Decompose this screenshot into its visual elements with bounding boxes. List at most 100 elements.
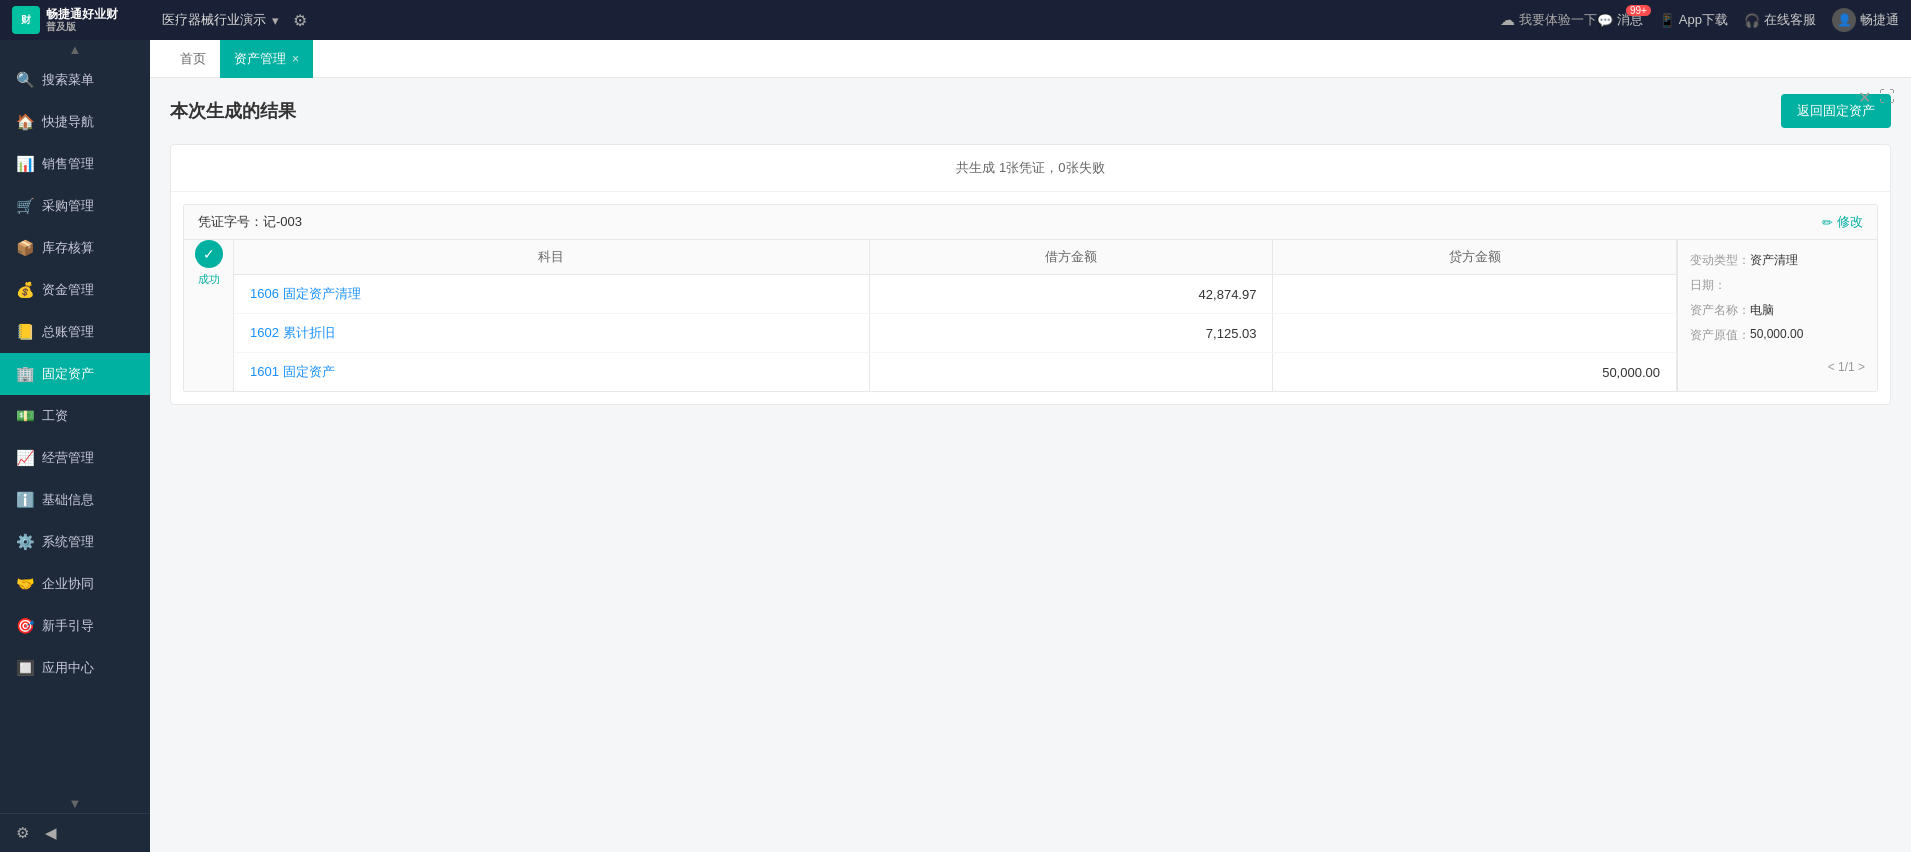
col-credit: 贷方金额 [1273,240,1677,275]
inventory-icon: 📦 [16,239,34,257]
logo-title: 畅捷通好业财 [46,7,118,21]
app-center-icon: 🔲 [16,659,34,677]
sidebar-item-enterprise[interactable]: 🤝 企业协同 [0,563,150,605]
tab-close-asset-management[interactable]: × [292,52,299,66]
sidebar-item-app-center[interactable]: 🔲 应用中心 [0,647,150,689]
app-download-button[interactable]: 📱 App下载 [1659,11,1728,29]
page-content: ✕ ⛶ 本次生成的结果 返回固定资产 共生成 1张凭证，0张失败 凭证字号：记-… [150,78,1911,852]
sidebar-menu: 🔍 搜索菜单 🏠 快捷导航 📊 销售管理 🛒 采购管理 📦 库存核算 💰 资金管… [0,59,150,794]
cell-subject-2: 1601 固定资产 [234,353,869,392]
sidebar-scroll-down[interactable]: ▼ [0,794,150,813]
change-type-row: 变动类型： 资产清理 [1690,252,1865,269]
chevron-down-icon[interactable]: ▾ [272,13,279,28]
success-circle-icon: ✓ [195,240,223,268]
fixed-assets-icon: 🏢 [16,365,34,383]
expand-button[interactable]: ⛶ [1879,88,1895,107]
sidebar-item-quick-nav[interactable]: 🏠 快捷导航 [0,101,150,143]
cell-credit-1 [1273,314,1677,353]
enterprise-icon: 🤝 [16,575,34,593]
close-button[interactable]: ✕ [1858,88,1871,107]
success-label: 成功 [184,272,233,287]
header-right: 💬 消息 99+ 📱 App下载 🎧 在线客服 👤 畅捷通 [1597,8,1899,32]
cell-debit-0: 42,874.97 [869,275,1273,314]
sidebar-item-guide[interactable]: 🎯 新手引导 [0,605,150,647]
col-debit: 借方金额 [869,240,1273,275]
sidebar-item-system[interactable]: ⚙️ 系统管理 [0,521,150,563]
col-subject: 科目 [234,240,869,275]
sidebar-label-system: 系统管理 [42,533,94,551]
sidebar-item-sales[interactable]: 📊 销售管理 [0,143,150,185]
page-title-bar: 本次生成的结果 返回固定资产 [170,94,1891,128]
voucher-number: 凭证字号：记-003 [198,213,302,231]
sidebar-item-basic-info[interactable]: ℹ️ 基础信息 [0,479,150,521]
payroll-icon: 💵 [16,407,34,425]
avatar: 👤 [1832,8,1856,32]
original-value-label: 资产原值： [1690,327,1750,344]
table-row: 1602 累计折旧 7,125.03 [234,314,1677,353]
cell-credit-2: 50,000.00 [1273,353,1677,392]
sidebar-settings-icon[interactable]: ⚙ [16,824,29,842]
pagination[interactable]: < 1/1 > [1690,352,1865,374]
table-row: 1606 固定资产清理 42,874.97 [234,275,1677,314]
sidebar-item-operations[interactable]: 📈 经营管理 [0,437,150,479]
cloud-icon: ☁ [1500,11,1515,29]
cell-debit-1: 7,125.03 [869,314,1273,353]
tab-bar: 首页 资产管理 × [150,40,1911,78]
download-icon: 📱 [1659,13,1675,28]
sidebar-label-ledger: 总账管理 [42,323,94,341]
logo-icon: 财 [12,6,40,34]
original-value-row: 资产原值： 50,000.00 [1690,327,1865,344]
change-type-value: 资产清理 [1750,252,1798,269]
date-label: 日期： [1690,277,1750,294]
sidebar-item-search[interactable]: 🔍 搜索菜单 [0,59,150,101]
side-info-panel: 变动类型： 资产清理 日期： 资产名称： 电脑 [1677,240,1877,391]
main-layout: ▲ 🔍 搜索菜单 🏠 快捷导航 📊 销售管理 🛒 采购管理 📦 库存核算 💰 资… [0,40,1911,852]
original-value-value: 50,000.00 [1750,327,1803,344]
sidebar-label-finance: 资金管理 [42,281,94,299]
sidebar-item-inventory[interactable]: 📦 库存核算 [0,227,150,269]
result-summary: 共生成 1张凭证，0张失败 [171,145,1890,192]
message-icon: 💬 [1597,13,1613,28]
cell-subject-1: 1602 累计折旧 [234,314,869,353]
sidebar-label-quick-nav: 快捷导航 [42,113,94,131]
edit-button[interactable]: ✏ 修改 [1822,213,1863,231]
purchase-icon: 🛒 [16,197,34,215]
result-card: 共生成 1张凭证，0张失败 凭证字号：记-003 ✏ 修改 ✓ [170,144,1891,405]
basic-info-icon: ℹ️ [16,491,34,509]
tab-home[interactable]: 首页 [166,40,220,78]
modal-controls: ✕ ⛶ [1858,88,1895,107]
sidebar-label-search: 搜索菜单 [42,71,94,89]
voucher-section: 凭证字号：记-003 ✏ 修改 ✓ 成功 [183,204,1878,392]
sidebar-collapse-icon[interactable]: ◀ [45,824,57,842]
header-company[interactable]: 医疗器械行业演示 ▾ ⚙ [162,11,1480,30]
online-service-label: 在线客服 [1764,11,1816,29]
asset-name-value: 电脑 [1750,302,1774,319]
user-menu[interactable]: 👤 畅捷通 [1832,8,1899,32]
experience-label: 我要体验一下 [1519,11,1597,29]
sidebar-scroll-up[interactable]: ▲ [0,40,150,59]
sidebar-label-sales: 销售管理 [42,155,94,173]
settings-icon[interactable]: ⚙ [293,11,307,30]
sidebar-label-enterprise: 企业协同 [42,575,94,593]
operations-icon: 📈 [16,449,34,467]
sidebar-item-finance[interactable]: 💰 资金管理 [0,269,150,311]
sidebar-item-purchase[interactable]: 🛒 采购管理 [0,185,150,227]
sidebar-label-operations: 经营管理 [42,449,94,467]
sidebar-item-payroll[interactable]: 💵 工资 [0,395,150,437]
ledger-icon: 📒 [16,323,34,341]
online-service-button[interactable]: 🎧 在线客服 [1744,11,1816,29]
cell-debit-2 [869,353,1273,392]
sidebar-item-ledger[interactable]: 📒 总账管理 [0,311,150,353]
sidebar-label-payroll: 工资 [42,407,68,425]
header-experience[interactable]: ☁ 我要体验一下 [1500,11,1597,29]
tab-asset-management[interactable]: 资产管理 × [220,40,313,78]
message-button[interactable]: 💬 消息 99+ [1597,11,1643,29]
tab-label-home: 首页 [180,50,206,68]
edit-icon: ✏ [1822,215,1833,230]
change-type-label: 变动类型： [1690,252,1750,269]
sidebar-label-purchase: 采购管理 [42,197,94,215]
service-icon: 🎧 [1744,13,1760,28]
quick-nav-icon: 🏠 [16,113,34,131]
table-row: 1601 固定资产 50,000.00 [234,353,1677,392]
sidebar-item-fixed-assets[interactable]: 🏢 固定资产 [0,353,150,395]
